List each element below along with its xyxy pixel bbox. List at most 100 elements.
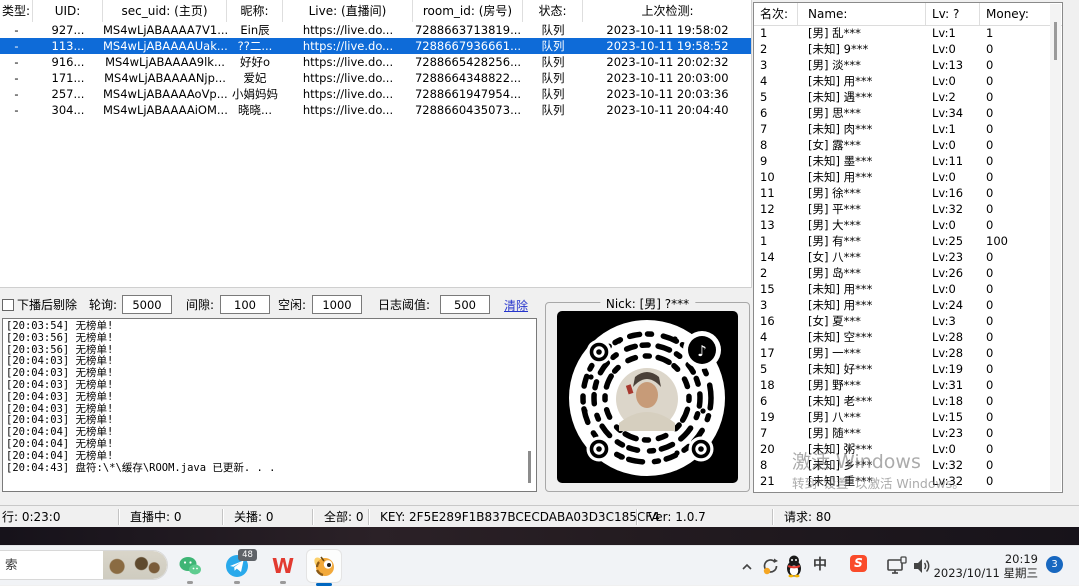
status-separator [368,509,369,525]
cell-status: 队列 [523,70,583,86]
cell-sec-uid: MS4wLjABAAAAoVp... [103,86,227,102]
chevron-up-icon[interactable] [740,558,754,577]
remove-after-offline-checkbox[interactable] [2,299,14,311]
log-threshold-input[interactable] [440,295,490,314]
rank-row[interactable]: 17 [男] 一*** Lv:28 0 [754,345,1050,361]
stream-table-row[interactable]: - 113... MS4wLjABAAAAUak... ??二... https… [0,38,751,54]
log-scrollbar-thumb[interactable] [528,451,531,483]
col-type[interactable]: 类型: [0,0,33,22]
rank-row[interactable]: 2 [未知] 9*** Lv:0 0 [754,41,1050,57]
col-rank[interactable]: 名次: [754,3,798,25]
cell-name: [男] 淡*** [798,57,926,73]
rank-row[interactable]: 1 [男] 乱*** Lv:1 1 [754,25,1050,41]
col-uid[interactable]: UID: [33,0,103,22]
stream-table-row[interactable]: - 304... MS4wLjABAAAAiOM... 晓晓... https:… [0,102,751,118]
cell-rank: 5 [754,89,798,105]
rank-row[interactable]: 14 [女] 八*** Lv:23 0 [754,249,1050,265]
speaker-icon[interactable] [912,556,932,580]
log-box[interactable]: [20:03:54] 无榜单![20:03:56] 无榜单![20:03:56]… [2,318,537,492]
rank-row[interactable]: 16 [女] 夏*** Lv:3 0 [754,313,1050,329]
monitor-icon[interactable] [886,556,908,580]
rank-row[interactable]: 4 [未知] 空*** Lv:28 0 [754,329,1050,345]
stream-table-header[interactable]: 类型: UID: sec_uid: (主页) 昵称: Live: (直播间) r… [0,0,751,22]
stream-rows: - 927... MS4wLjABAAAA7V1... Ein辰 https:/… [0,22,751,118]
col-lv[interactable]: Lv: ? [926,3,980,25]
qq-icon[interactable] [785,554,803,582]
taskbar-search[interactable]: 索 [0,550,168,580]
cell-rank: 18 [754,377,798,393]
status-live-count: 直播中: 0 [130,509,182,525]
cell-rank: 8 [754,137,798,153]
sogou-icon[interactable]: S [850,555,867,572]
rank-row[interactable]: 7 [未知] 肉*** Lv:1 0 [754,121,1050,137]
col-nick[interactable]: 昵称: [227,0,283,22]
idle-input[interactable] [312,295,362,314]
cell-lv: Lv:0 [926,441,980,457]
notification-badge[interactable]: 3 [1046,556,1063,573]
col-sec-uid[interactable]: sec_uid: (主页) [103,0,227,22]
rank-row[interactable]: 11 [男] 徐*** Lv:16 0 [754,185,1050,201]
gap-input[interactable] [220,295,270,314]
cell-name: [未知] 肉*** [798,121,926,137]
rank-scrollbar-thumb[interactable] [1054,22,1057,60]
rank-row[interactable]: 6 [未知] 老*** Lv:18 0 [754,393,1050,409]
rank-row[interactable]: 3 [男] 淡*** Lv:13 0 [754,57,1050,73]
stream-table-row[interactable]: - 171... MS4wLjABAAAANjp... 爱妃 https://l… [0,70,751,86]
cell-lv: Lv:18 [926,393,980,409]
cell-type: - [0,86,33,102]
clear-log-link[interactable]: 清除 [504,297,528,314]
rank-row[interactable]: 7 [男] 随*** Lv:23 0 [754,425,1050,441]
cell-rank: 1 [754,233,798,249]
wps-icon[interactable]: W [270,553,296,579]
col-room-id[interactable]: room_id: (房号) [413,0,523,22]
rank-row[interactable]: 18 [男] 野*** Lv:31 0 [754,377,1050,393]
rank-row[interactable]: 4 [未知] 用*** Lv:0 0 [754,73,1050,89]
rank-row[interactable]: 8 [女] 露*** Lv:0 0 [754,137,1050,153]
rank-row[interactable]: 19 [男] 八*** Lv:15 0 [754,409,1050,425]
cell-name: [男] 大*** [798,217,926,233]
cell-money: 0 [980,441,1050,457]
rank-row[interactable]: 10 [未知] 用*** Lv:0 0 [754,169,1050,185]
bee-app-icon[interactable] [311,553,337,579]
col-status[interactable]: 状态: [523,0,583,22]
rank-row[interactable]: 2 [男] 岛*** Lv:26 0 [754,265,1050,281]
cell-name: [未知] 好*** [798,361,926,377]
rank-row[interactable]: 1 [男] 有*** Lv:25 100 [754,233,1050,249]
cell-room-id: 7288667936661... [413,38,523,54]
cell-sec-uid: MS4wLjABAAAA9lk... [103,54,227,70]
rank-row[interactable]: 5 [未知] 遇*** Lv:2 0 [754,89,1050,105]
col-live[interactable]: Live: (直播间) [283,0,413,22]
qr-code-graphic: ♪ [557,311,738,483]
stream-table-row[interactable]: - 927... MS4wLjABAAAA7V1... Ein辰 https:/… [0,22,751,38]
ime-icon[interactable]: 中 [813,554,827,574]
wechat-icon[interactable] [177,553,203,579]
rank-row[interactable]: 6 [男] 思*** Lv:34 0 [754,105,1050,121]
col-last-check[interactable]: 上次检测: [583,0,752,22]
rank-row[interactable]: 13 [男] 大*** Lv:0 0 [754,217,1050,233]
rank-scrollbar[interactable] [1050,4,1061,491]
cell-uid: 113... [33,38,103,54]
stream-table-row[interactable]: - 257... MS4wLjABAAAAoVp... 小娟妈妈 https:/… [0,86,751,102]
activate-windows-watermark: 激活 Windows [792,447,921,474]
rank-row[interactable]: 15 [未知] 用*** Lv:0 0 [754,281,1050,297]
cell-live-url: https://live.do... [283,38,413,54]
search-daily-image[interactable] [103,551,167,579]
cell-lv: Lv:2 [926,89,980,105]
col-money[interactable]: Money: [980,3,1050,25]
rank-row[interactable]: 9 [未知] 墨*** Lv:11 0 [754,153,1050,169]
rank-rows: 1 [男] 乱*** Lv:1 1 2 [未知] 9*** Lv:0 0 3 [… [754,25,1050,492]
cell-lv: Lv:32 [926,457,980,473]
stream-table-row[interactable]: - 916... MS4wLjABAAAA9lk... 好好o https://… [0,54,751,70]
col-name[interactable]: Name: [798,3,926,25]
rank-row[interactable]: 12 [男] 平*** Lv:32 0 [754,201,1050,217]
poll-input[interactable] [122,295,172,314]
sync-icon[interactable] [761,556,781,580]
cell-rank: 12 [754,201,798,217]
cell-rank: 9 [754,153,798,169]
taskbar-clock[interactable]: 20:19 2023/10/11 星期三 [930,552,1038,580]
cell-money: 100 [980,233,1050,249]
rank-header[interactable]: 名次: Name: Lv: ? Money: [754,3,1062,26]
cell-money: 0 [980,41,1050,57]
rank-row[interactable]: 3 [未知] 用*** Lv:24 0 [754,297,1050,313]
rank-row[interactable]: 5 [未知] 好*** Lv:19 0 [754,361,1050,377]
